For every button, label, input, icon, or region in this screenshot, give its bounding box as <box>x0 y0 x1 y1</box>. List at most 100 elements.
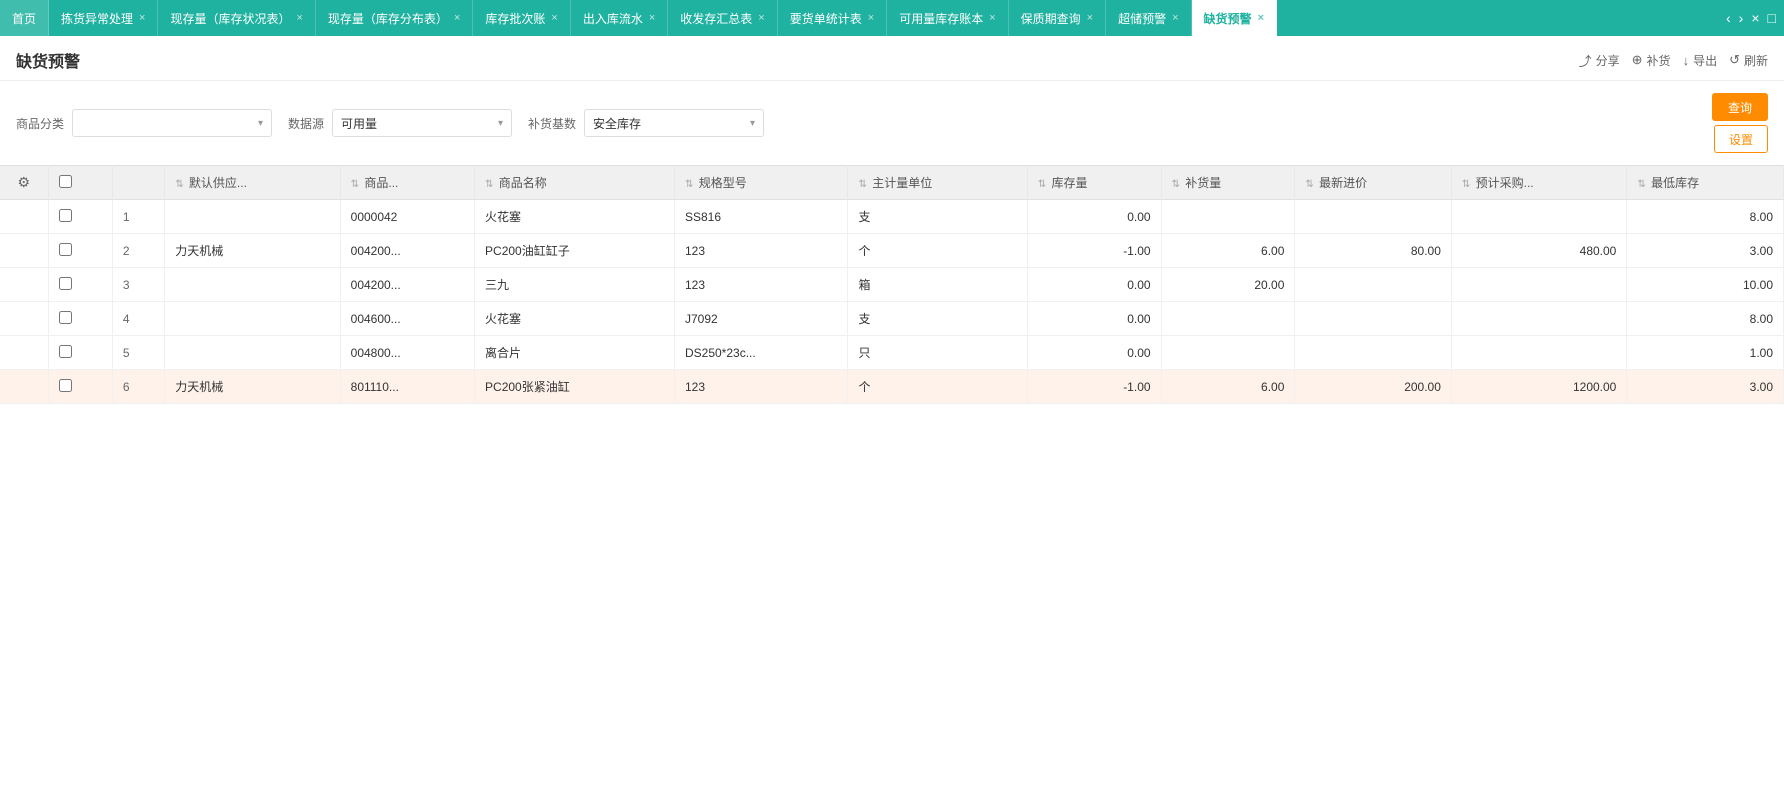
tab-expiry-query[interactable]: 保质期查询 × <box>1009 0 1106 36</box>
datasource-filter-group: 数据源 可用量 ▾ <box>288 109 512 137</box>
restock-sort-icon: ⇅ <box>1172 179 1180 190</box>
query-button[interactable]: 查询 <box>1712 93 1768 121</box>
tab-close-demand[interactable]: × <box>868 12 874 24</box>
select-all-checkbox[interactable] <box>59 175 72 188</box>
th-unit[interactable]: ⇅ 主计量单位 <box>848 166 1027 200</box>
tab-close-stock-dist[interactable]: × <box>454 12 460 24</box>
row-product-code: 004200... <box>340 268 474 302</box>
row-min-stock: 1.00 <box>1627 336 1784 370</box>
tab-bar: 首页 拣货异常处理 × 现存量（库存状况表） × 现存量（库存分布表） × 库存… <box>0 0 1784 36</box>
restock-basis-chevron-icon: ▾ <box>750 118 755 129</box>
row-product-code: 004800... <box>340 336 474 370</box>
tab-close-expiry[interactable]: × <box>1087 12 1093 24</box>
row-checkbox[interactable] <box>59 311 72 324</box>
tab-close-batch[interactable]: × <box>551 12 557 24</box>
row-supplier <box>165 336 340 370</box>
row-restock-qty: 6.00 <box>1161 234 1295 268</box>
row-latest-price: 200.00 <box>1295 370 1452 404</box>
tab-home[interactable]: 首页 <box>0 0 49 36</box>
row-checkbox-cell <box>48 234 112 268</box>
th-supplier[interactable]: ⇅ 默认供应... <box>165 166 340 200</box>
row-settings-cell <box>0 336 48 370</box>
datasource-select[interactable]: 可用量 ▾ <box>332 109 512 137</box>
row-unit: 支 <box>848 200 1027 234</box>
restock-basis-select[interactable]: 安全库存 ▾ <box>584 109 764 137</box>
row-latest-price: 80.00 <box>1295 234 1452 268</box>
tab-available-ledger[interactable]: 可用量库存账本 × <box>887 0 1008 36</box>
th-product-code[interactable]: ⇅ 商品... <box>340 166 474 200</box>
tab-demand-stats[interactable]: 要货单统计表 × <box>778 0 887 36</box>
row-spec: 123 <box>674 234 848 268</box>
row-unit: 个 <box>848 234 1027 268</box>
row-checkbox[interactable] <box>59 277 72 290</box>
tab-close-window-btn[interactable]: × <box>1747 0 1763 36</box>
table-row: 2 力天机械 004200... PC200油缸缸子 123 个 -1.00 6… <box>0 234 1784 268</box>
row-spec: SS816 <box>674 200 848 234</box>
row-checkbox[interactable] <box>59 209 72 222</box>
tab-prev-btn[interactable]: ‹ <box>1722 0 1735 36</box>
row-spec: DS250*23c... <box>674 336 848 370</box>
row-number: 3 <box>112 268 164 302</box>
row-unit: 箱 <box>848 268 1027 302</box>
row-estimated-purchase: 1200.00 <box>1451 370 1626 404</box>
row-checkbox[interactable] <box>59 345 72 358</box>
row-spec: 123 <box>674 268 848 302</box>
th-stock-qty[interactable]: ⇅ 库存量 <box>1027 166 1161 200</box>
row-unit: 支 <box>848 302 1027 336</box>
tab-close-stock-status[interactable]: × <box>296 12 302 24</box>
tab-stock-status[interactable]: 现存量（库存状况表） × <box>158 0 315 36</box>
refresh-button[interactable]: ↺ 刷新 <box>1729 52 1768 69</box>
main-content: 缺货预警 ⤴ 分享 ⊕ 补货 ↓ 导出 ↺ 刷新 商品分类 <box>0 36 1784 796</box>
row-restock-qty <box>1161 200 1295 234</box>
tab-close-receive[interactable]: × <box>758 12 764 24</box>
filter-area: 商品分类 ▾ 数据源 可用量 ▾ 补货基数 安全库存 ▾ 查询 设置 <box>0 81 1784 165</box>
th-product-name[interactable]: ⇅ 商品名称 <box>475 166 675 200</box>
tab-maximize-btn[interactable]: □ <box>1764 0 1780 36</box>
row-supplier <box>165 268 340 302</box>
table-container: ⚙ ⇅ 默认供应... ⇅ 商品... ⇅ <box>0 165 1784 404</box>
share-button[interactable]: ⤴ 分享 <box>1579 51 1620 70</box>
tab-batch-account[interactable]: 库存批次账 × <box>473 0 570 36</box>
table-row: 1 0000042 火花塞 SS816 支 0.00 8.00 <box>0 200 1784 234</box>
tab-close-pickup[interactable]: × <box>139 12 145 24</box>
row-restock-qty <box>1161 302 1295 336</box>
row-settings-cell <box>0 370 48 404</box>
settings-button[interactable]: 设置 <box>1714 125 1768 153</box>
row-estimated-purchase <box>1451 302 1626 336</box>
tab-close-available[interactable]: × <box>989 12 995 24</box>
row-supplier: 力天机械 <box>165 234 340 268</box>
row-stock-qty: -1.00 <box>1027 234 1161 268</box>
row-estimated-purchase: 480.00 <box>1451 234 1626 268</box>
tab-close-overstock[interactable]: × <box>1172 12 1178 24</box>
tab-receive-summary[interactable]: 收发存汇总表 × <box>668 0 777 36</box>
restock-button[interactable]: ⊕ 补货 <box>1632 52 1671 69</box>
tab-close-inout[interactable]: × <box>649 12 655 24</box>
row-product-code: 801110... <box>340 370 474 404</box>
tab-next-btn[interactable]: › <box>1735 0 1748 36</box>
category-chevron-icon: ▾ <box>258 118 263 129</box>
supplier-sort-icon: ⇅ <box>175 179 183 190</box>
th-restock-qty[interactable]: ⇅ 补货量 <box>1161 166 1295 200</box>
row-restock-qty: 20.00 <box>1161 268 1295 302</box>
row-min-stock: 10.00 <box>1627 268 1784 302</box>
th-latest-price[interactable]: ⇅ 最新进价 <box>1295 166 1452 200</box>
row-stock-qty: 0.00 <box>1027 268 1161 302</box>
tab-shortage-warning[interactable]: 缺货预警 × <box>1192 0 1277 36</box>
th-min-stock[interactable]: ⇅ 最低库存 <box>1627 166 1784 200</box>
row-supplier: 力天机械 <box>165 370 340 404</box>
export-button[interactable]: ↓ 导出 <box>1683 52 1718 69</box>
tab-overstock-warning[interactable]: 超储预警 × <box>1106 0 1191 36</box>
th-spec[interactable]: ⇅ 规格型号 <box>674 166 848 200</box>
row-number: 4 <box>112 302 164 336</box>
row-product-name: PC200油缸缸子 <box>475 234 675 268</box>
row-estimated-purchase <box>1451 200 1626 234</box>
tab-pickup-exception[interactable]: 拣货异常处理 × <box>49 0 158 36</box>
tab-inout-flow[interactable]: 出入库流水 × <box>571 0 668 36</box>
row-checkbox[interactable] <box>59 379 72 392</box>
table-settings-icon[interactable]: ⚙ <box>17 174 30 190</box>
tab-close-shortage[interactable]: × <box>1258 12 1264 24</box>
category-select[interactable]: ▾ <box>72 109 272 137</box>
th-estimated-purchase[interactable]: ⇅ 预计采购... <box>1451 166 1626 200</box>
row-checkbox[interactable] <box>59 243 72 256</box>
tab-stock-distribution[interactable]: 现存量（库存分布表） × <box>316 0 473 36</box>
